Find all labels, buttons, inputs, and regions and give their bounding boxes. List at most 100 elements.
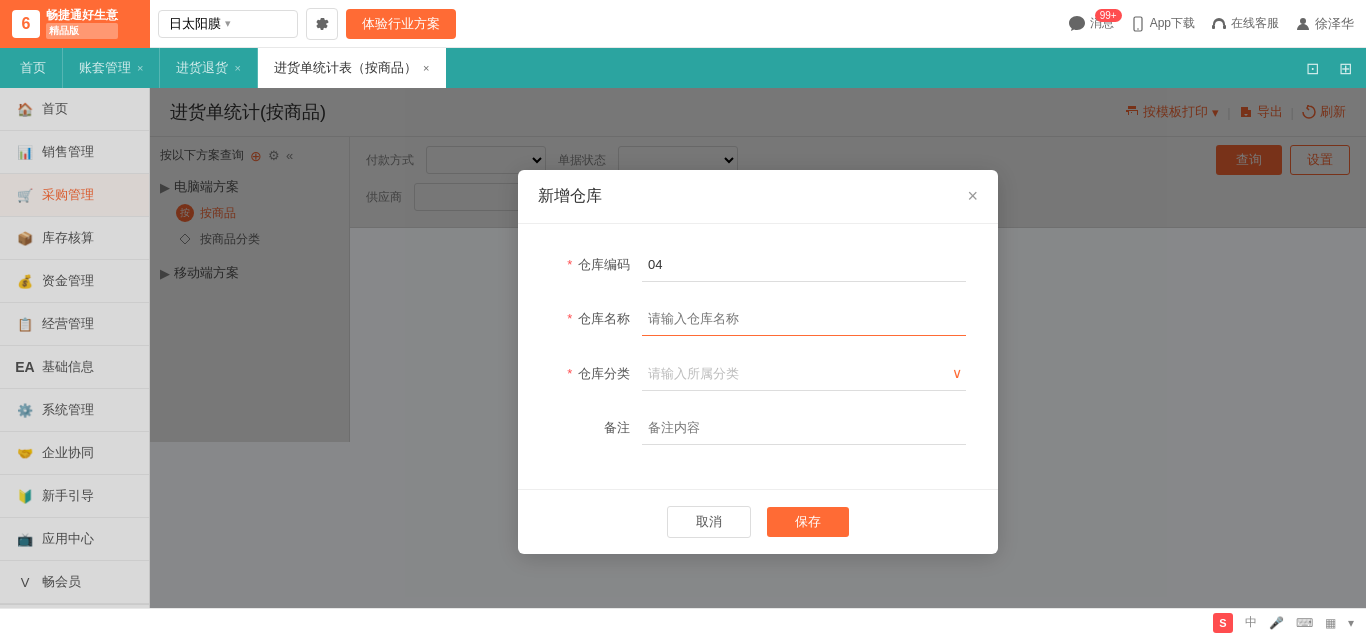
trial-button[interactable]: 体验行业方案 [346, 9, 456, 39]
sidebar-label-purchase: 采购管理 [42, 186, 94, 204]
sidebar-item-guide[interactable]: 🔰 新手引导 [0, 475, 149, 518]
sidebar-item-sales[interactable]: 📊 销售管理 [0, 131, 149, 174]
main-layout: 🏠 首页 📊 销售管理 🛒 采购管理 📦 库存核算 💰 资金管理 📋 经营管理 … [0, 88, 1366, 636]
svg-rect-2 [1212, 25, 1215, 29]
sidebar-label-apps: 应用中心 [42, 530, 94, 548]
tab-bar: 首页 账套管理 × 进货退货 × 进货单统计表（按商品） × ⊡ ⊞ [0, 48, 1366, 88]
sidebar-item-inventory[interactable]: 📦 库存核算 [0, 217, 149, 260]
sidebar-label-finance: 资金管理 [42, 272, 94, 290]
store-label: 日太阳膜 [169, 15, 221, 33]
apps-icon: 📺 [16, 530, 34, 548]
status-lang[interactable]: 中 [1245, 614, 1257, 631]
s-logo-icon: S [1213, 613, 1233, 633]
sidebar-label-home: 首页 [42, 100, 68, 118]
sidebar-item-info[interactable]: EA 基础信息 [0, 346, 149, 389]
username: 徐泽华 [1315, 15, 1354, 33]
sidebar-item-apps[interactable]: 📺 应用中心 [0, 518, 149, 561]
chevron-down-icon: ▾ [225, 17, 231, 30]
remark-label: 备注 [550, 419, 630, 437]
gear-button[interactable] [306, 8, 338, 40]
logo-badge: 精品版 [46, 23, 118, 39]
tab-account[interactable]: 账套管理 × [63, 48, 160, 88]
logo-name: 畅捷通好生意 [46, 8, 118, 24]
sidebar-item-vip[interactable]: V 畅会员 [0, 561, 149, 604]
code-label: * 仓库编码 [550, 256, 630, 274]
sidebar-label-sales: 销售管理 [42, 143, 94, 161]
content-area: 进货单统计(按商品) 按模板打印 ▾ | 导出 | 刷新 [150, 88, 1366, 636]
sidebar-label-info: 基础信息 [42, 358, 94, 376]
status-logo: S [1213, 613, 1233, 633]
warehouse-code-input[interactable] [642, 248, 966, 282]
gear-icon [314, 16, 330, 32]
collab-icon: 🤝 [16, 444, 34, 462]
status-mic-icon[interactable]: 🎤 [1269, 616, 1284, 630]
sidebar-label-guide: 新手引导 [42, 487, 94, 505]
svg-rect-3 [1223, 25, 1226, 29]
modal-header: 新增仓库 × [518, 170, 998, 224]
modal-footer: 取消 保存 [518, 489, 998, 554]
warehouse-name-input[interactable] [642, 302, 966, 336]
sidebar-item-manage[interactable]: 📋 经营管理 [0, 303, 149, 346]
category-select-wrap: 请输入所属分类 ∨ [642, 356, 966, 391]
modal-body: * 仓库编码 * 仓库名称 [518, 224, 998, 489]
sidebar-label-manage: 经营管理 [42, 315, 94, 333]
svg-point-1 [1137, 28, 1139, 30]
store-selector[interactable]: 日太阳膜 ▾ [158, 10, 298, 38]
messages-button[interactable]: 消息 99+ [1068, 15, 1114, 33]
status-keyboard-icon[interactable]: ⌨ [1296, 616, 1313, 630]
tab-purchase-return[interactable]: 进货退货 × [160, 48, 257, 88]
nav-right: 消息 99+ App下载 在线客服 徐泽华 [1068, 15, 1354, 33]
status-grid-icon[interactable]: ▦ [1325, 616, 1336, 630]
status-bar: S 中 🎤 ⌨ ▦ ▾ [0, 608, 1366, 636]
sidebar: 🏠 首页 📊 销售管理 🛒 采购管理 📦 库存核算 💰 资金管理 📋 经营管理 … [0, 88, 150, 636]
sidebar-label-vip: 畅会员 [42, 573, 81, 591]
tab-maximize-button[interactable]: ⊞ [1329, 59, 1362, 78]
purchase-icon: 🛒 [16, 186, 34, 204]
cancel-button[interactable]: 取消 [667, 506, 751, 538]
svg-point-4 [1300, 18, 1306, 24]
vip-icon: V [16, 573, 34, 591]
app-download-button[interactable]: App下载 [1130, 15, 1195, 32]
modal-code-row: * 仓库编码 [550, 248, 966, 282]
modal-close-button[interactable]: × [967, 186, 978, 207]
sidebar-item-finance[interactable]: 💰 资金管理 [0, 260, 149, 303]
system-icon: ⚙️ [16, 401, 34, 419]
manage-icon: 📋 [16, 315, 34, 333]
sidebar-item-collab[interactable]: 🤝 企业协同 [0, 432, 149, 475]
message-badge: 99+ [1095, 9, 1122, 22]
sidebar-label-collab: 企业协同 [42, 444, 94, 462]
finance-icon: 💰 [16, 272, 34, 290]
warehouse-remark-input[interactable] [642, 411, 966, 445]
headphone-icon [1211, 16, 1227, 32]
message-icon [1068, 15, 1086, 33]
tab-restore-button[interactable]: ⊡ [1296, 59, 1329, 78]
status-expand-icon[interactable]: ▾ [1348, 616, 1354, 630]
category-label: * 仓库分类 [550, 365, 630, 383]
sidebar-item-home[interactable]: 🏠 首页 [0, 88, 149, 131]
user-info[interactable]: 徐泽华 [1295, 15, 1354, 33]
new-warehouse-modal: 新增仓库 × * 仓库编码 [518, 170, 998, 554]
inventory-icon: 📦 [16, 229, 34, 247]
tab-purchase-stats[interactable]: 进货单统计表（按商品） × [258, 48, 446, 88]
modal-title: 新增仓库 [538, 186, 602, 207]
tab-close-purchase-stats[interactable]: × [423, 62, 429, 74]
top-nav: 6 畅捷通好生意 精品版 日太阳膜 ▾ 体验行业方案 消息 99+ App下载 … [0, 0, 1366, 48]
sidebar-item-purchase[interactable]: 🛒 采购管理 [0, 174, 149, 217]
tab-home[interactable]: 首页 [4, 48, 63, 88]
sales-icon: 📊 [16, 143, 34, 161]
tab-close-purchase-return[interactable]: × [234, 62, 240, 74]
online-service-button[interactable]: 在线客服 [1211, 15, 1279, 32]
modal-category-row: * 仓库分类 请输入所属分类 ∨ [550, 356, 966, 391]
save-button[interactable]: 保存 [767, 507, 849, 537]
home-icon: 🏠 [16, 100, 34, 118]
modal-name-row: * 仓库名称 [550, 302, 966, 336]
info-icon: EA [16, 358, 34, 376]
name-label: * 仓库名称 [550, 310, 630, 328]
sidebar-item-system[interactable]: ⚙️ 系统管理 [0, 389, 149, 432]
sidebar-label-system: 系统管理 [42, 401, 94, 419]
tab-controls: ⊡ ⊞ [1296, 59, 1362, 78]
tab-close-account[interactable]: × [137, 62, 143, 74]
user-icon [1295, 16, 1311, 32]
guide-icon: 🔰 [16, 487, 34, 505]
warehouse-category-select[interactable]: 请输入所属分类 [642, 356, 966, 390]
